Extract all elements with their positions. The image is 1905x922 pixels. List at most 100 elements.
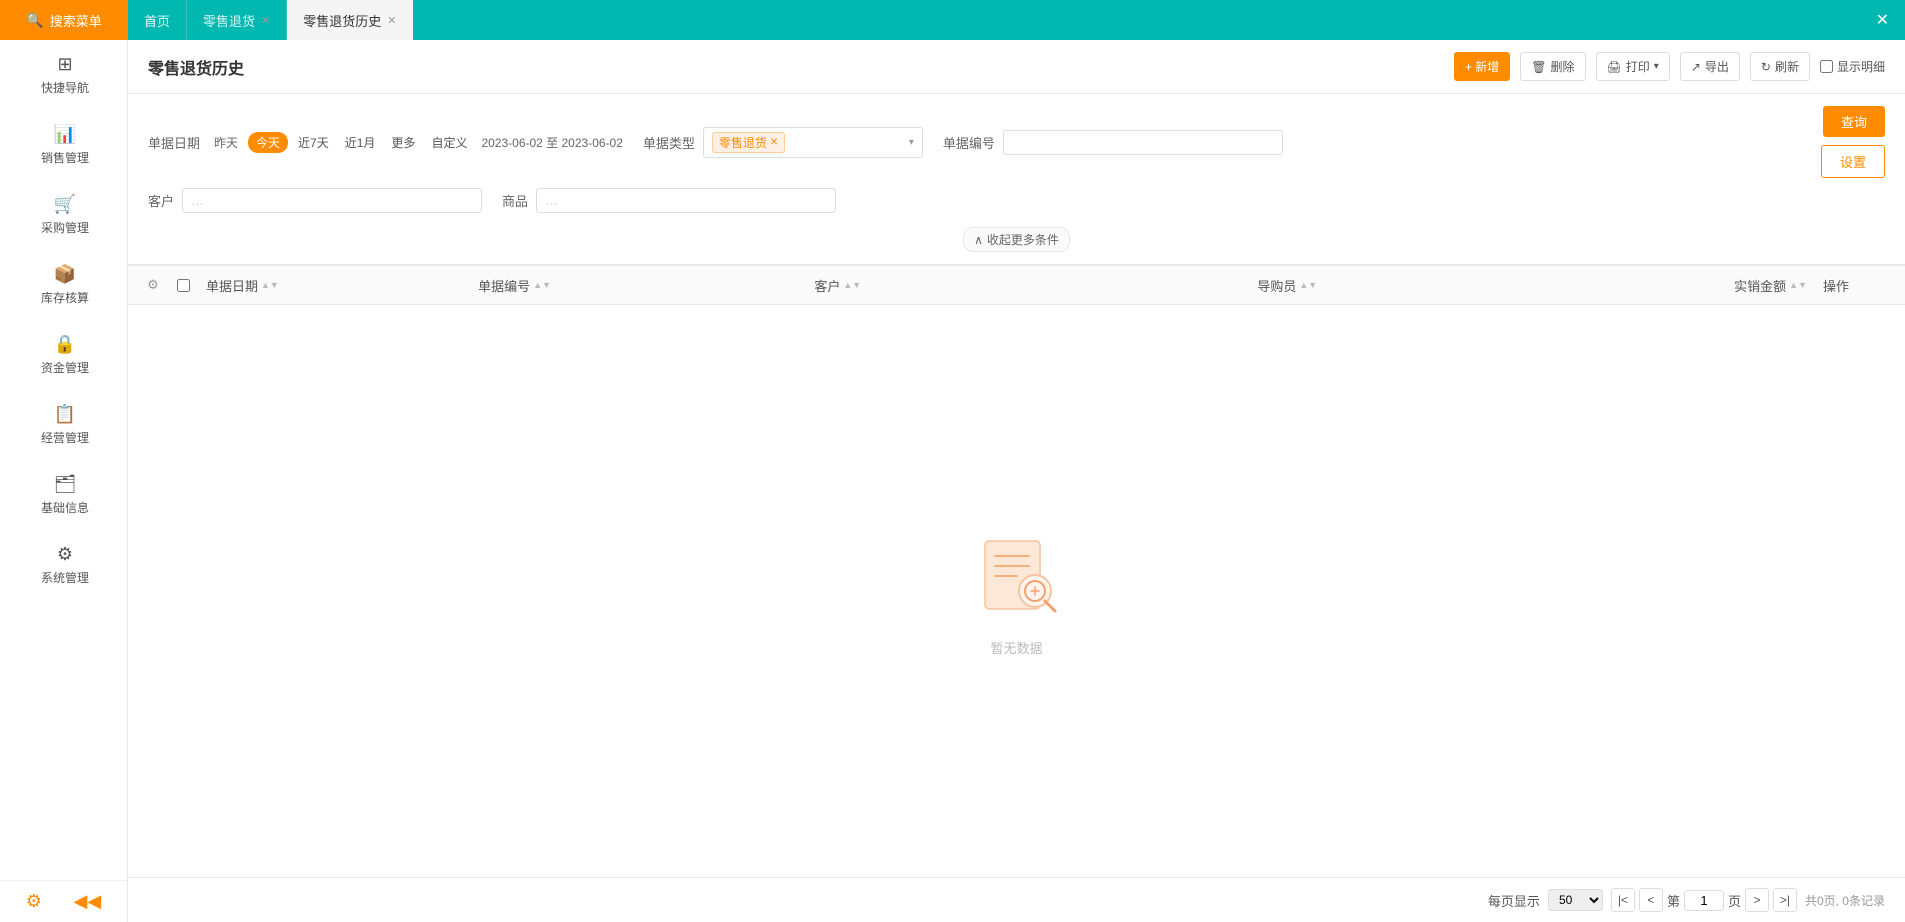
set-btn[interactable]: 设置 (1821, 145, 1885, 178)
window-close-btn[interactable]: ✕ (1876, 10, 1889, 30)
th-guide[interactable]: 导购员 ▲▼ (1249, 276, 1585, 295)
th-doc-num-sort: ▲▼ (533, 280, 551, 290)
operations-icon: 📋 (54, 404, 76, 425)
sidebar-item-sales[interactable]: 📊 销售管理 (0, 110, 127, 180)
th-guide-label: 导购员 (1257, 276, 1296, 295)
new-btn[interactable]: + 新增 (1454, 52, 1510, 81)
customer-input[interactable]: … (182, 188, 482, 213)
tab-retail-return-history-close[interactable]: ✕ (387, 14, 396, 27)
page-unit: 页 (1728, 891, 1741, 910)
print-btn[interactable]: 🖨 打印 ▾ (1596, 52, 1670, 81)
th-customer[interactable]: 客户 ▲▼ (806, 276, 1249, 295)
quick-nav-icon: ⊞ (57, 54, 72, 75)
refresh-icon: ↻ (1761, 60, 1771, 74)
tab-retail-return[interactable]: 零售退货 ✕ (187, 0, 287, 40)
th-customer-label: 客户 (814, 276, 840, 295)
settings-bottom-icon[interactable]: ⚙ (26, 891, 42, 912)
filter-doc-type: 单据类型 零售退货 ✕ ▾ (643, 127, 923, 158)
top-bar: 🔍 搜索菜单 首页 零售退货 ✕ 零售退货历史 ✕ ✕ (0, 0, 1905, 40)
sidebar-item-basic-info-label: 基础信息 (41, 499, 89, 516)
sidebar-item-quick-nav[interactable]: ⊞ 快捷导航 (0, 40, 127, 110)
search-icon: 🔍 (26, 12, 43, 29)
page-total: 共0页, 0条记录 (1805, 892, 1885, 909)
th-date[interactable]: 单据日期 ▲▼ (198, 276, 470, 295)
date-opt-custom[interactable]: 自定义 (425, 132, 473, 153)
doc-type-select[interactable]: 零售退货 ✕ ▾ (703, 127, 923, 158)
th-doc-num[interactable]: 单据编号 ▲▼ (470, 276, 806, 295)
th-date-label: 单据日期 (206, 276, 258, 295)
date-opt-more[interactable]: 更多 (385, 132, 421, 153)
export-btn[interactable]: ↗ 导出 (1680, 52, 1740, 81)
doc-num-input[interactable] (1003, 130, 1283, 155)
sidebar-item-system-label: 系统管理 (41, 569, 89, 586)
filter-row-2: 客户 … 商品 … (148, 188, 1885, 213)
sidebar-item-purchase[interactable]: 🛒 采购管理 (0, 180, 127, 250)
date-opt-yesterday[interactable]: 昨天 (208, 132, 244, 153)
delete-btn[interactable]: 🗑 删除 (1520, 52, 1585, 81)
goods-input[interactable]: … (536, 188, 836, 213)
prev-page-btn[interactable]: < (1639, 888, 1663, 912)
display-detail-toggle[interactable]: 显示明细 (1820, 58, 1885, 75)
sidebar-item-sales-label: 销售管理 (41, 149, 89, 166)
first-page-btn[interactable]: |< (1611, 888, 1635, 912)
query-btn[interactable]: 查询 (1823, 106, 1885, 137)
export-btn-label: 导出 (1705, 58, 1729, 75)
print-chevron-icon: ▾ (1654, 61, 1659, 72)
purchase-icon: 🛒 (54, 194, 76, 215)
per-page-select[interactable]: 50 100 200 (1548, 889, 1603, 911)
page-label: 第 (1667, 891, 1680, 910)
last-page-btn[interactable]: >| (1773, 888, 1797, 912)
tab-retail-return-history[interactable]: 零售退货历史 ✕ (287, 0, 413, 40)
doc-type-chevron: ▾ (909, 137, 914, 148)
tab-home[interactable]: 首页 (128, 0, 187, 40)
page-nav: |< < 第 页 > >| (1611, 888, 1797, 912)
per-page-label: 每页显示 (1488, 891, 1540, 910)
page-num-input[interactable] (1684, 890, 1724, 911)
tab-retail-return-history-label: 零售退货历史 (303, 11, 381, 30)
sound-icon[interactable]: ◀◀ (74, 891, 102, 912)
tab-retail-return-close[interactable]: ✕ (261, 14, 270, 27)
content-area: 零售退货历史 + 新增 🗑 删除 🖨 打印 ▾ ↗ 导出 (128, 40, 1905, 922)
system-icon: ⚙ (57, 544, 73, 565)
refresh-btn[interactable]: ↻ 刷新 (1750, 52, 1810, 81)
date-label: 单据日期 (148, 133, 200, 152)
collapse-row: ∧ 收起更多条件 (148, 223, 1885, 252)
sidebar: ⊞ 快捷导航 📊 销售管理 🛒 采购管理 📦 库存核算 🔒 资金管理 📋 经营管… (0, 40, 128, 922)
collapse-label: 收起更多条件 (987, 231, 1059, 248)
collapse-icon: ∧ (974, 233, 983, 247)
th-amount[interactable]: 实销金额 ▲▼ (1586, 276, 1815, 295)
sidebar-item-finance-label: 资金管理 (41, 359, 89, 376)
column-settings-btn[interactable]: ⚙ (138, 277, 168, 293)
all-rows-checkbox[interactable] (177, 279, 190, 292)
th-guide-sort: ▲▼ (1299, 280, 1317, 290)
search-menu-btn[interactable]: 🔍 搜索菜单 (0, 0, 128, 40)
date-opt-1month[interactable]: 近1月 (339, 132, 382, 153)
pagination: 每页显示 50 100 200 |< < 第 页 > >| 共0页, 0条记录 (128, 877, 1905, 922)
th-operation-label: 操作 (1823, 276, 1849, 295)
select-all-checkbox[interactable] (168, 279, 198, 292)
top-bar-right: ✕ (1876, 0, 1905, 40)
print-btn-label: 打印 (1626, 58, 1650, 75)
sidebar-item-system[interactable]: ⚙ 系统管理 (0, 530, 127, 600)
th-date-sort: ▲▼ (261, 280, 279, 290)
customer-placeholder: … (191, 193, 204, 208)
sidebar-item-operations-label: 经营管理 (41, 429, 89, 446)
sidebar-item-finance[interactable]: 🔒 资金管理 (0, 320, 127, 390)
th-operation: 操作 (1815, 276, 1895, 295)
date-opt-7days[interactable]: 近7天 (292, 132, 335, 153)
page-title: 零售退货历史 (148, 55, 244, 79)
display-detail-checkbox[interactable] (1820, 60, 1833, 73)
collapse-btn[interactable]: ∧ 收起更多条件 (963, 227, 1070, 252)
doc-type-label: 单据类型 (643, 133, 695, 152)
tab-home-label: 首页 (144, 11, 170, 30)
next-page-btn[interactable]: > (1745, 888, 1769, 912)
th-doc-num-label: 单据编号 (478, 276, 530, 295)
sidebar-item-basic-info[interactable]: 🗂 基础信息 (0, 460, 127, 530)
empty-text: 暂无数据 (990, 638, 1042, 657)
doc-type-tag-close[interactable]: ✕ (770, 137, 778, 148)
sidebar-item-inventory[interactable]: 📦 库存核算 (0, 250, 127, 320)
basic-info-icon: 🗂 (54, 474, 77, 495)
empty-state: 暂无数据 (967, 526, 1067, 657)
sidebar-item-operations[interactable]: 📋 经营管理 (0, 390, 127, 460)
date-opt-today[interactable]: 今天 (248, 132, 288, 153)
